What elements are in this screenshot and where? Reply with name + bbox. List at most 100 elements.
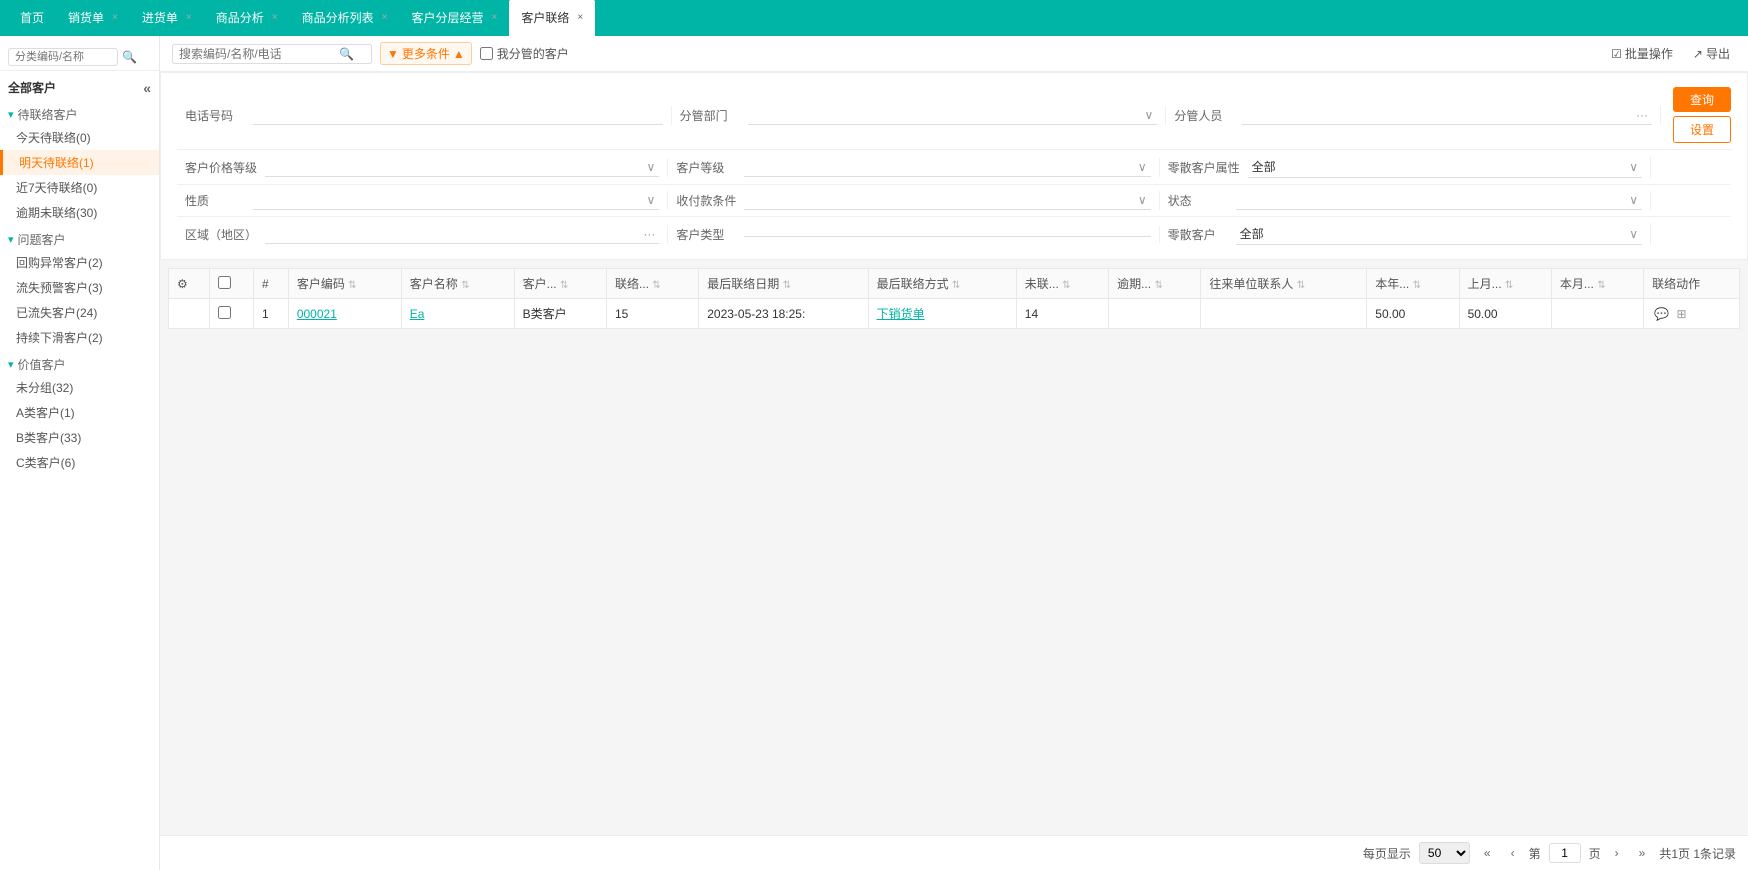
col-overdue[interactable]: 逾期... ⇅ [1109,269,1201,299]
col-contact[interactable]: 联络... ⇅ [606,269,698,299]
close-sales-order[interactable]: × [112,0,118,36]
main-content: 🔍 ▼ 更多条件 ▲ 我分管的客户 ☑ 批量操作 ↗ 导出 [160,36,1748,870]
filter-customer-grade-select[interactable]: ∨ [744,158,1150,177]
col-this-year[interactable]: 本年... ⇅ [1367,269,1459,299]
row-action[interactable]: 💬 ⊞ [1644,299,1740,329]
chevron-down-icon: ∨ [1629,227,1638,241]
filter-retail-prop-select[interactable]: 全部 ∨ [1248,156,1642,178]
more-icon[interactable]: ··· [1636,108,1648,122]
nav-product-analysis[interactable]: 商品分析 × [204,0,290,36]
search-input[interactable] [179,47,339,61]
close-purchase-order[interactable]: × [186,0,192,36]
query-btn[interactable]: 查询 [1673,87,1731,112]
sidebar-item-repurchase-abnormal[interactable]: 回购异常客户(2) [0,250,159,275]
filter-price-grade: 客户价格等级 ∨ [177,158,668,177]
batch-ops-btn[interactable]: ☑ 批量操作 [1605,43,1679,64]
close-product-analysis-list[interactable]: × [382,0,388,36]
nav-purchase-order[interactable]: 进货单 × [130,0,204,36]
pending-group-title[interactable]: 待联络客户 [0,100,159,125]
sidebar-item-today-contact[interactable]: 今天待联络(0) [0,125,159,150]
sidebar-item-ungrouped[interactable]: 未分组(32) [0,375,159,400]
select-all-checkbox[interactable] [218,276,231,289]
filter-nature-select[interactable]: ∨ [253,191,659,210]
export-btn[interactable]: ↗ 导出 [1687,43,1736,64]
my-customer-checkbox[interactable] [480,47,493,60]
filter-phone-input[interactable] [253,106,663,125]
page-number-input[interactable]: 1 [1549,843,1581,863]
sidebar-item-a-class[interactable]: A类客户(1) [0,400,159,425]
sidebar-item-lost[interactable]: 已流失客户(24) [0,300,159,325]
chevron-down-icon: ∨ [1145,108,1154,122]
all-customers-title[interactable]: 全部客户 « [0,75,159,100]
row-last-method[interactable]: 下销货单 [868,299,1016,329]
sidebar-search-input[interactable] [8,48,118,66]
filter-retail-select[interactable]: 全部 ∨ [1236,223,1642,245]
filter-payment-select[interactable]: ∨ [744,191,1150,210]
sidebar-item-loss-warning[interactable]: 流失预警客户(3) [0,275,159,300]
per-page-select[interactable]: 50 100 [1419,842,1470,864]
close-product-analysis[interactable]: × [272,0,278,36]
last-page-btn[interactable]: » [1633,844,1652,862]
filter-status-select[interactable]: ∨ [1236,191,1642,210]
sidebar-item-7days-contact[interactable]: 近7天待联络(0) [0,175,159,200]
my-customer-checkbox-label[interactable]: 我分管的客户 [480,45,569,62]
row-name[interactable]: Ea [401,299,514,329]
value-group-title[interactable]: 价值客户 [0,350,159,375]
col-code[interactable]: 客户编码 ⇅ [288,269,401,299]
sidebar-item-b-class[interactable]: B类客户(33) [0,425,159,450]
col-settings[interactable]: ⚙ [169,269,210,299]
close-customer-contact[interactable]: × [577,0,583,36]
prev-page-btn[interactable]: ‹ [1505,844,1521,862]
filter-more-btn[interactable]: ▼ 更多条件 ▲ [380,42,472,65]
row-settings [169,299,210,329]
filter-row-3: 性质 ∨ 收付款条件 ∨ 状态 [177,185,1731,217]
nav-product-analysis-list[interactable]: 商品分析列表 × [290,0,400,36]
filter-region-select[interactable]: ··· [265,225,659,244]
nav-customer-contact[interactable]: 客户联络 × [509,0,595,36]
col-last-month[interactable]: 上月... ⇅ [1459,269,1551,299]
more-action-icon[interactable]: ⊞ [1676,307,1686,321]
filter-nature: 性质 ∨ [177,191,668,210]
filter-price-grade-select[interactable]: ∨ [265,158,659,177]
close-customer-stratification[interactable]: × [491,0,497,36]
col-checkbox[interactable] [209,269,253,299]
reset-btn[interactable]: 设置 [1673,116,1731,143]
filter-customer-type-select[interactable] [744,232,1150,237]
search-box: 🔍 [172,44,372,64]
sidebar-search-icon[interactable]: 🔍 [122,50,137,64]
row-no: 1 [253,299,288,329]
col-type[interactable]: 客户... ⇅ [514,269,606,299]
col-name[interactable]: 客户名称 ⇅ [401,269,514,299]
col-last-method[interactable]: 最后联络方式 ⇅ [868,269,1016,299]
sidebar-item-declining[interactable]: 持续下滑客户(2) [0,325,159,350]
filter-row-1: 电话号码 分管部门 ∨ 分管人员 ··· [177,81,1731,150]
nav-sales-order[interactable]: 销货单 × [56,0,130,36]
more-icon[interactable]: ··· [643,227,655,241]
col-unit-contact[interactable]: 往来单位联系人 ⇅ [1201,269,1367,299]
row-unit-contact [1201,299,1367,329]
col-uncontact[interactable]: 未联... ⇅ [1016,269,1108,299]
sidebar-item-overdue-contact[interactable]: 逾期未联络(30) [0,200,159,225]
sidebar-item-c-class[interactable]: C类客户(6) [0,450,159,475]
filter-person-select[interactable]: ··· [1242,106,1652,125]
problem-group-title[interactable]: 问题客户 [0,225,159,250]
row-last-date: 2023-05-23 18:25: [699,299,868,329]
row-code[interactable]: 000021 [288,299,401,329]
row-checkbox[interactable] [209,299,253,329]
toolbar-search-icon[interactable]: 🔍 [339,47,354,61]
nav-customer-stratification[interactable]: 客户分层经营 × [399,0,509,36]
first-page-btn[interactable]: « [1478,844,1497,862]
col-last-date[interactable]: 最后联络日期 ⇅ [699,269,868,299]
checkbox-icon: ☑ [1611,47,1622,61]
col-this-month[interactable]: 本月... ⇅ [1551,269,1643,299]
sidebar-item-tomorrow-contact[interactable]: 明天待联络(1) [0,150,159,175]
row-this-month [1551,299,1643,329]
next-page-btn[interactable]: › [1609,844,1625,862]
filter-region: 区域（地区） ··· [177,225,668,244]
contact-icon[interactable]: 💬 [1654,307,1669,321]
nav-home[interactable]: 首页 [8,0,56,36]
chevron-down-icon: ∨ [1138,160,1147,174]
filter-dept-select[interactable]: ∨ [748,106,1158,125]
chevron-down-icon: ∨ [1138,193,1147,207]
filter-payment: 收付款条件 ∨ [668,191,1159,210]
